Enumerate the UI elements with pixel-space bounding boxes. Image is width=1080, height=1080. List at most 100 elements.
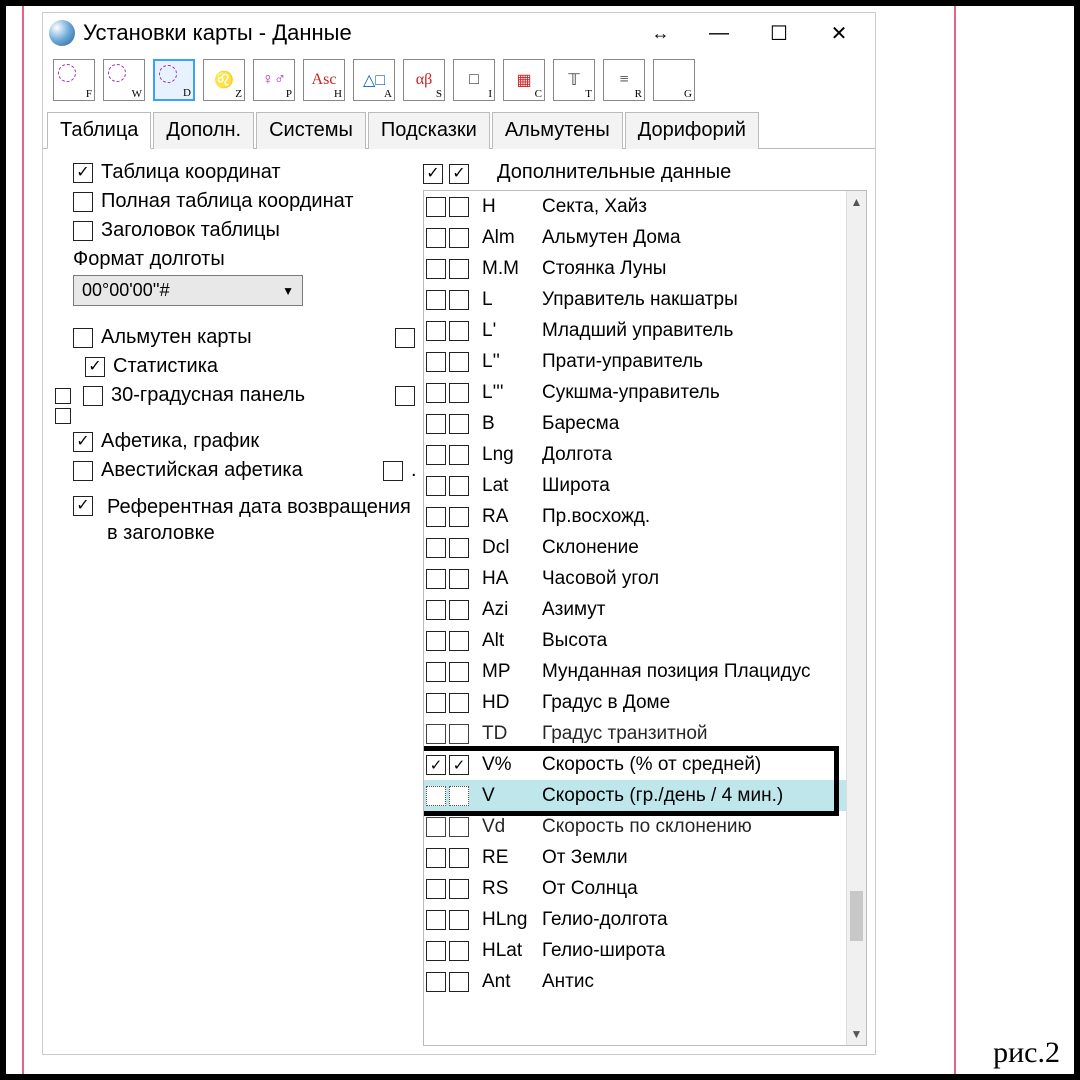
list-row[interactable]: VСкорость (гр./день / 4 мин.) xyxy=(424,780,846,811)
row-checkbox-1[interactable] xyxy=(426,197,446,217)
list-row[interactable]: DclСклонение xyxy=(424,532,846,563)
header-checkbox[interactable] xyxy=(73,221,93,241)
row-checkbox-1[interactable] xyxy=(426,724,446,744)
list-row[interactable]: HDГрадус в Доме xyxy=(424,687,846,718)
row-checkbox-1[interactable] xyxy=(426,228,446,248)
row-checkbox-2[interactable] xyxy=(449,569,469,589)
row-checkbox-1[interactable] xyxy=(426,476,446,496)
close-button[interactable]: ✕ xyxy=(809,13,869,53)
row-checkbox-2[interactable] xyxy=(449,693,469,713)
list-row[interactable]: RSОт Солнца xyxy=(424,873,846,904)
list-row[interactable]: HLatГелио-широта xyxy=(424,935,846,966)
row-checkbox-1[interactable] xyxy=(426,631,446,651)
row-checkbox-2[interactable] xyxy=(449,631,469,651)
toolbar-button-c[interactable]: ▦C xyxy=(503,59,545,101)
row-checkbox-2[interactable] xyxy=(449,910,469,930)
panel30-checkbox[interactable] xyxy=(83,386,103,406)
toolbar-button-z[interactable]: ♌Z xyxy=(203,59,245,101)
row-checkbox-2[interactable] xyxy=(449,321,469,341)
row-checkbox-2[interactable] xyxy=(449,755,469,775)
row-checkbox-1[interactable] xyxy=(426,290,446,310)
tab-3[interactable]: Подсказки xyxy=(368,112,490,149)
list-row[interactable]: LatШирота xyxy=(424,470,846,501)
afetika-checkbox[interactable] xyxy=(73,432,93,452)
list-row[interactable]: HLngГелио-долгота xyxy=(424,904,846,935)
toolbar-button-h[interactable]: AscH xyxy=(303,59,345,101)
row-checkbox-1[interactable] xyxy=(426,972,446,992)
tab-4[interactable]: Альмутены xyxy=(492,112,623,149)
row-checkbox-2[interactable] xyxy=(449,786,469,806)
scrollbar[interactable]: ▲ ▼ xyxy=(846,191,866,1045)
toolbar-button-f[interactable]: F xyxy=(53,59,95,101)
row-checkbox-2[interactable] xyxy=(449,972,469,992)
list-row[interactable]: REОт Земли xyxy=(424,842,846,873)
list-row[interactable]: L''Прати-управитель xyxy=(424,346,846,377)
list-row[interactable]: V%Скорость (% от средней) xyxy=(424,749,846,780)
aux-checkbox-b[interactable] xyxy=(55,408,71,424)
tab-2[interactable]: Системы xyxy=(256,112,366,149)
scroll-thumb[interactable] xyxy=(850,891,863,941)
tab-1[interactable]: Дополн. xyxy=(153,112,254,149)
toolbar-button-a[interactable]: △□A xyxy=(353,59,395,101)
scroll-up-icon[interactable]: ▲ xyxy=(847,191,866,213)
toolbar-button-p[interactable]: ♀♂P xyxy=(253,59,295,101)
row-checkbox-1[interactable] xyxy=(426,538,446,558)
row-checkbox-1[interactable] xyxy=(426,755,446,775)
list-row[interactable]: AlmАльмутен Дома xyxy=(424,222,846,253)
avest-checkbox[interactable] xyxy=(73,461,93,481)
list-row[interactable]: HAЧасовой угол xyxy=(424,563,846,594)
row-checkbox-2[interactable] xyxy=(449,259,469,279)
toolbar-button-r[interactable]: ≡R xyxy=(603,59,645,101)
row-checkbox-1[interactable] xyxy=(426,848,446,868)
row-checkbox-2[interactable] xyxy=(449,414,469,434)
row-checkbox-2[interactable] xyxy=(449,724,469,744)
tab-5[interactable]: Дорифорий xyxy=(625,112,759,149)
row-checkbox-2[interactable] xyxy=(449,879,469,899)
resize-arrow-icon[interactable]: ↔ xyxy=(629,13,689,53)
stats-checkbox[interactable] xyxy=(85,357,105,377)
maximize-button[interactable]: ☐ xyxy=(749,13,809,53)
row-checkbox-2[interactable] xyxy=(449,290,469,310)
master-checkbox-2[interactable] xyxy=(449,164,469,184)
list-row[interactable]: AziАзимут xyxy=(424,594,846,625)
list-row[interactable]: BБаресма xyxy=(424,408,846,439)
row-checkbox-2[interactable] xyxy=(449,352,469,372)
row-checkbox-1[interactable] xyxy=(426,569,446,589)
list-row[interactable]: L'''Сукшма-управитель xyxy=(424,377,846,408)
extra-checkbox-1[interactable] xyxy=(395,328,415,348)
list-row[interactable]: LУправитель накшатры xyxy=(424,284,846,315)
coord-table-checkbox[interactable] xyxy=(73,163,93,183)
row-checkbox-1[interactable] xyxy=(426,507,446,527)
row-checkbox-2[interactable] xyxy=(449,445,469,465)
toolbar-button-i[interactable]: □I xyxy=(453,59,495,101)
row-checkbox-1[interactable] xyxy=(426,693,446,713)
toolbar-button-s[interactable]: αβS xyxy=(403,59,445,101)
master-checkbox-1[interactable] xyxy=(423,164,443,184)
toolbar-button-d[interactable]: D xyxy=(153,59,195,101)
row-checkbox-2[interactable] xyxy=(449,507,469,527)
list-row[interactable]: MPМунданная позиция Плацидус xyxy=(424,656,846,687)
row-checkbox-1[interactable] xyxy=(426,941,446,961)
row-checkbox-2[interactable] xyxy=(449,538,469,558)
list-row[interactable]: HСекта, Хайз xyxy=(424,191,846,222)
toolbar-button-w[interactable]: W xyxy=(103,59,145,101)
row-checkbox-1[interactable] xyxy=(426,910,446,930)
row-checkbox-1[interactable] xyxy=(426,600,446,620)
toolbar-button-t[interactable]: 𝕋T xyxy=(553,59,595,101)
list-row[interactable]: M.MСтоянка Луны xyxy=(424,253,846,284)
row-checkbox-2[interactable] xyxy=(449,600,469,620)
row-checkbox-1[interactable] xyxy=(426,879,446,899)
row-checkbox-2[interactable] xyxy=(449,476,469,496)
list-row[interactable]: LngДолгота xyxy=(424,439,846,470)
row-checkbox-1[interactable] xyxy=(426,786,446,806)
list-row[interactable]: AntАнтис xyxy=(424,966,846,997)
aux-checkbox-a[interactable] xyxy=(55,388,71,404)
extra-checkbox-3[interactable] xyxy=(383,461,403,481)
row-checkbox-2[interactable] xyxy=(449,228,469,248)
row-checkbox-2[interactable] xyxy=(449,197,469,217)
row-checkbox-2[interactable] xyxy=(449,941,469,961)
row-checkbox-2[interactable] xyxy=(449,662,469,682)
list-row[interactable]: TDГрадус транзитной xyxy=(424,718,846,749)
toolbar-button-g[interactable]: G xyxy=(653,59,695,101)
extra-checkbox-2[interactable] xyxy=(395,386,415,406)
